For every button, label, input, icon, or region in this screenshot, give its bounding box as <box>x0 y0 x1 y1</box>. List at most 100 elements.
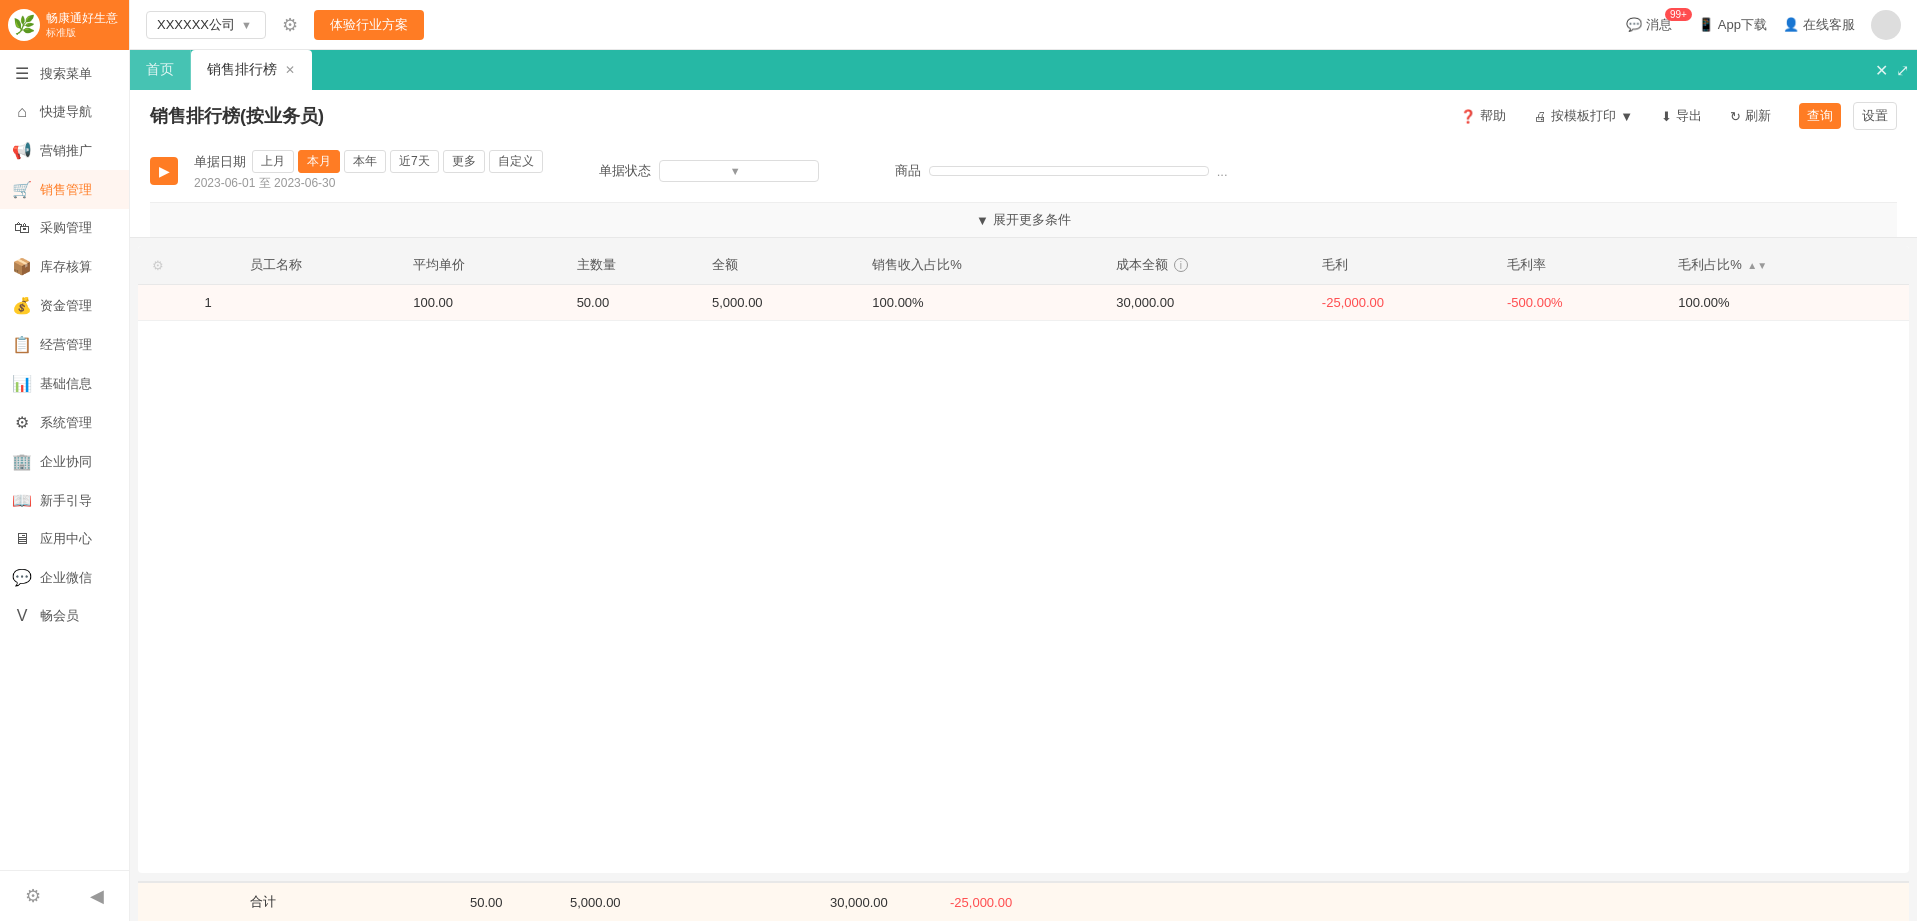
trial-button[interactable]: 体验行业方案 <box>314 10 424 40</box>
sidebar-item-basic-info[interactable]: 📊 基础信息 <box>0 364 129 403</box>
status-label: 单据状态 <box>599 162 651 180</box>
sidebar-item-member[interactable]: V 畅会员 <box>0 597 129 635</box>
expand-more-button[interactable]: ▼ 展开更多条件 <box>976 211 1071 229</box>
table-footer: 合计 50.00 5,000.00 30,000.00 -25,000.00 <box>138 881 1909 921</box>
user-avatar[interactable] <box>1871 10 1901 40</box>
cost-info-icon[interactable]: i <box>1174 258 1188 272</box>
sidebar-item-marketing[interactable]: 📢 营销推广 <box>0 131 129 170</box>
col-gp-pct: 毛利占比% ▲▼ <box>1666 246 1909 285</box>
enterprise-icon: 🏢 <box>12 452 32 471</box>
cell-gross-margin: -500.00% <box>1495 285 1666 321</box>
sidebar-item-search[interactable]: ☰ 搜索菜单 <box>0 54 129 93</box>
sidebar-logo: 🌿 畅康通好生意 标准版 <box>0 0 129 50</box>
close-window-icon[interactable]: ✕ <box>1875 61 1888 80</box>
home-icon: ⌂ <box>12 103 32 121</box>
message-icon: 💬 <box>1626 17 1642 32</box>
tab-home[interactable]: 首页 <box>130 50 191 90</box>
date-btn-more[interactable]: 更多 <box>443 150 485 173</box>
sidebar-item-label: 经营管理 <box>40 336 92 354</box>
message-button[interactable]: 💬 消息 99+ <box>1626 16 1682 34</box>
export-button[interactable]: ⬇ 导出 <box>1653 103 1710 129</box>
cell-amount: 5,000.00 <box>700 285 860 321</box>
online-support-button[interactable]: 👤 在线客服 <box>1783 16 1855 34</box>
sidebar-item-purchase[interactable]: 🛍 采购管理 <box>0 209 129 247</box>
wechat-icon: 💬 <box>12 568 32 587</box>
inventory-icon: 📦 <box>12 257 32 276</box>
cell-settings <box>138 285 178 321</box>
print-button[interactable]: 🖨 按模板打印 ▼ <box>1526 103 1641 129</box>
col-gross-profit: 毛利 <box>1310 246 1495 285</box>
table-row: 1 100.00 50.00 5,000.00 100.00% 30,000.0… <box>138 285 1909 321</box>
refresh-button[interactable]: ↻ 刷新 <box>1722 103 1779 129</box>
page-header: 销售排行榜(按业务员) ❓ 帮助 🖨 按模板打印 ▼ ⬇ 导出 <box>130 90 1917 238</box>
sidebar-item-inventory[interactable]: 📦 库存核算 <box>0 247 129 286</box>
col-amount: 全额 <box>700 246 860 285</box>
date-btn-this-year[interactable]: 本年 <box>344 150 386 173</box>
support-icon: 👤 <box>1783 17 1799 32</box>
status-select[interactable]: ▼ <box>659 160 819 182</box>
help-button[interactable]: ❓ 帮助 <box>1452 103 1514 129</box>
app-download-button[interactable]: 📱 App下载 <box>1698 16 1767 34</box>
col-settings[interactable]: ⚙ <box>138 246 178 285</box>
print-dropdown-arrow: ▼ <box>1620 109 1633 124</box>
company-name: XXXXXX公司 <box>157 16 235 34</box>
sidebar-settings-button[interactable]: ⚙ <box>17 881 49 911</box>
basic-info-icon: 📊 <box>12 374 32 393</box>
logo-icon: 🌿 <box>8 9 40 41</box>
system-icon: ⚙ <box>12 413 32 432</box>
tab-close-icon[interactable]: ✕ <box>285 63 295 77</box>
date-buttons: 上月 本月 本年 近7天 更多 自定义 <box>252 150 543 173</box>
date-btn-7days[interactable]: 近7天 <box>390 150 439 173</box>
app-download-label: App下载 <box>1718 16 1767 34</box>
search-menu-icon: ☰ <box>12 64 32 83</box>
query-button[interactable]: 查询 <box>1799 103 1841 129</box>
sidebar-item-system[interactable]: ⚙ 系统管理 <box>0 403 129 442</box>
topbar: XXXXXX公司 ▼ ⚙ 体验行业方案 💬 消息 99+ 📱 App下载 👤 在… <box>130 0 1917 50</box>
col-rank <box>178 246 238 285</box>
finance-icon: 💰 <box>12 296 32 315</box>
goods-input[interactable] <box>929 166 1209 176</box>
sidebar-item-quick-nav[interactable]: ⌂ 快捷导航 <box>0 93 129 131</box>
sidebar-collapse-button[interactable]: ◀ <box>82 881 112 911</box>
sidebar: 🌿 畅康通好生意 标准版 ☰ 搜索菜单 ⌂ 快捷导航 📢 营销推广 🛒 销售管理… <box>0 0 130 921</box>
sidebar-item-finance[interactable]: 💰 资金管理 <box>0 286 129 325</box>
sidebar-item-wechat[interactable]: 💬 企业微信 <box>0 558 129 597</box>
tab-sales-rank[interactable]: 销售排行榜 ✕ <box>191 50 312 90</box>
col-main-qty: 主数量 <box>565 246 700 285</box>
page-title: 销售排行榜(按业务员) <box>150 104 324 128</box>
sidebar-item-enterprise[interactable]: 🏢 企业协同 <box>0 442 129 481</box>
col-avg-price: 平均单价 <box>401 246 564 285</box>
status-dropdown-arrow: ▼ <box>730 165 741 177</box>
goods-more[interactable]: ... <box>1217 164 1228 179</box>
sidebar-item-app-center[interactable]: 🖥 应用中心 <box>0 520 129 558</box>
status-filter-group: 单据状态 ▼ <box>599 160 819 182</box>
cell-main-qty: 50.00 <box>565 285 700 321</box>
date-btn-last-month[interactable]: 上月 <box>252 150 294 173</box>
footer-total-label: 合计 <box>250 893 370 911</box>
company-selector[interactable]: XXXXXX公司 ▼ <box>146 11 266 39</box>
sidebar-item-sales[interactable]: 🛒 销售管理 <box>0 170 129 209</box>
sidebar-item-guide[interactable]: 📖 新手引导 <box>0 481 129 520</box>
settings-button[interactable]: 设置 <box>1853 102 1897 130</box>
refresh-icon: ↻ <box>1730 109 1741 124</box>
date-btn-this-month[interactable]: 本月 <box>298 150 340 173</box>
help-label: 帮助 <box>1480 107 1506 125</box>
sidebar-item-label: 新手引导 <box>40 492 92 510</box>
date-filter-group: 单据日期 上月 本月 本年 近7天 更多 自定义 2023-06-01 至 20… <box>194 150 543 192</box>
expand-label: 展开更多条件 <box>993 211 1071 229</box>
filter-expand-arrow[interactable]: ▶ <box>150 157 178 185</box>
table-body: 1 100.00 50.00 5,000.00 100.00% 30,000.0… <box>138 285 1909 321</box>
sidebar-item-operations[interactable]: 📋 经营管理 <box>0 325 129 364</box>
logo-name: 畅康通好生意 <box>46 11 118 27</box>
app-center-icon: 🖥 <box>12 530 32 548</box>
tab-sales-rank-label: 销售排行榜 <box>207 61 277 79</box>
maximize-icon[interactable]: ⤢ <box>1896 61 1909 80</box>
topbar-right: 💬 消息 99+ 📱 App下载 👤 在线客服 <box>1626 10 1901 40</box>
date-btn-custom[interactable]: 自定义 <box>489 150 543 173</box>
col-cost-amount: 成本全额 i <box>1104 246 1309 285</box>
expand-more-row: ▼ 展开更多条件 <box>150 202 1897 237</box>
member-icon: V <box>12 607 32 625</box>
sort-icon[interactable]: ▲▼ <box>1747 260 1767 271</box>
download-icon: 📱 <box>1698 17 1714 32</box>
topbar-settings-button[interactable]: ⚙ <box>278 10 302 40</box>
